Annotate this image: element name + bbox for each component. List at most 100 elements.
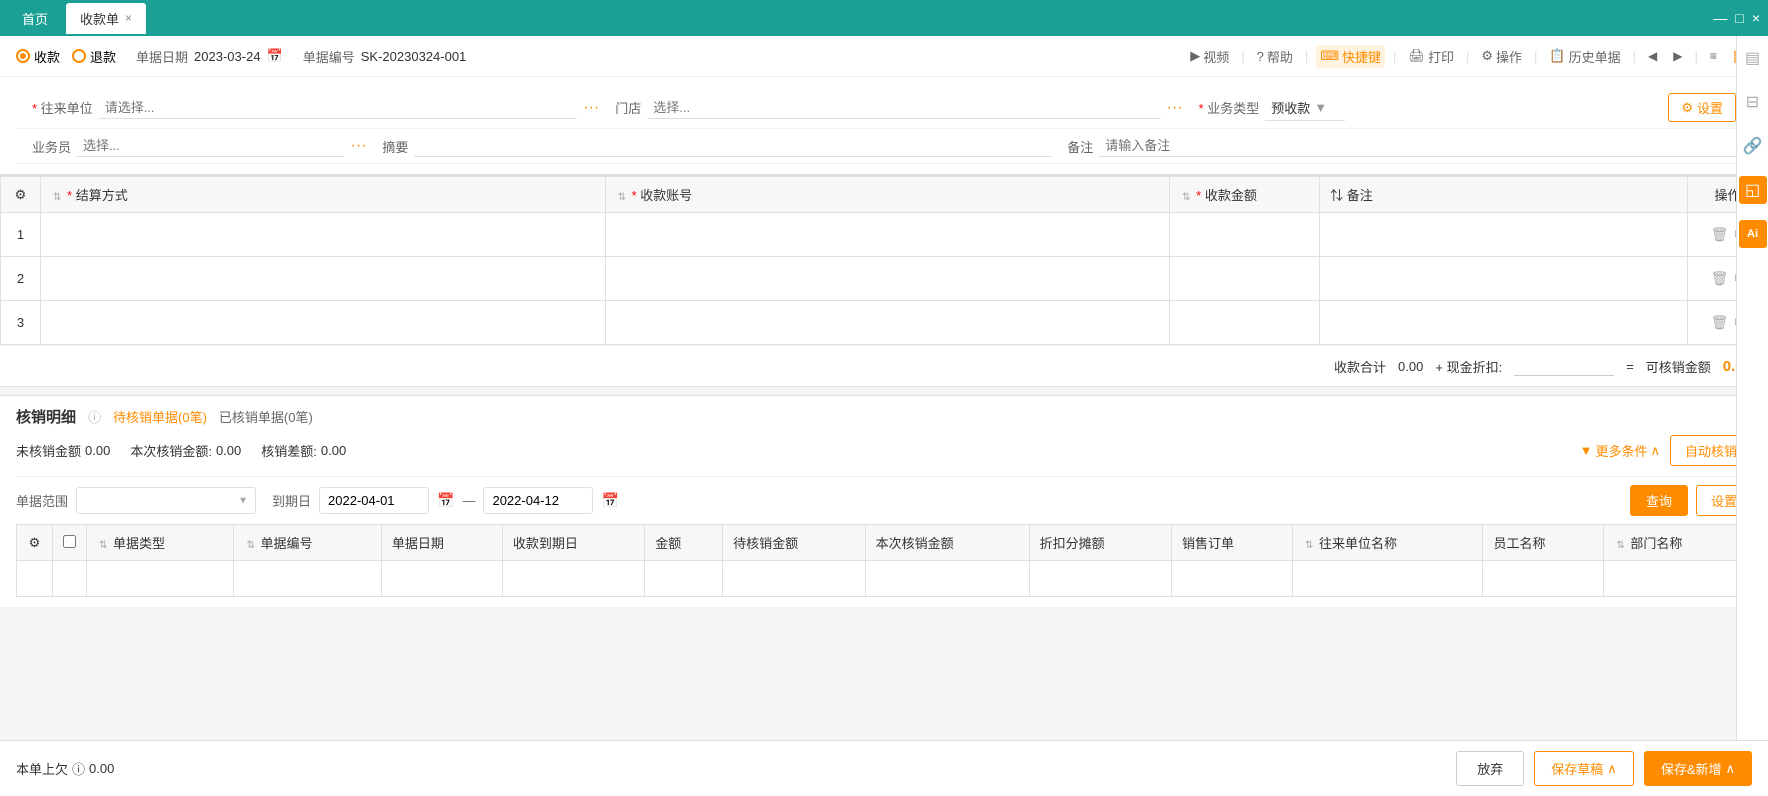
date-to-calendar-icon[interactable]: 📅 (601, 492, 618, 509)
video-btn[interactable]: ▶ 视频 (1186, 45, 1233, 68)
recon-info-icon[interactable]: ⓘ (88, 407, 101, 426)
row-1-delete-icon[interactable]: 🗑 (1711, 226, 1729, 243)
more-conditions-btn[interactable]: ▼ 更多条件 ∧ (1580, 441, 1660, 460)
business-type-label: 业务类型 (1199, 98, 1260, 117)
col-gear-header[interactable]: ⚙ (1, 177, 41, 213)
calendar-icon[interactable]: 📅 (267, 48, 283, 64)
right-panel-expand-icon[interactable]: ◱ (1739, 176, 1767, 204)
row-3-delete-icon[interactable]: 🗑 (1711, 314, 1729, 331)
bottom-col-checkbox[interactable] (53, 525, 87, 561)
bottom-info-icon[interactable]: ⓘ (72, 759, 85, 778)
table-row: 1 🗑 ⧉ (1, 213, 1768, 257)
ai-button[interactable]: Ai (1739, 220, 1767, 248)
tab-close-icon[interactable]: × (125, 11, 132, 25)
row-2-amount[interactable] (1170, 257, 1320, 301)
tab-home[interactable]: 首页 (8, 3, 62, 34)
nav-prev-btn[interactable]: ◀ (1644, 47, 1661, 65)
date-from-input[interactable] (319, 487, 429, 514)
window-max-btn[interactable]: □ (1735, 10, 1743, 26)
query-btn[interactable]: 查询 (1630, 485, 1688, 516)
save-new-dropdown-icon[interactable]: ∧ (1725, 761, 1735, 777)
row-2-remarks[interactable] (1320, 257, 1688, 301)
bottom-col-gear[interactable]: ⚙ (17, 525, 53, 561)
row-1-settlement[interactable] (41, 213, 606, 257)
bottom-col-receive-date: 收款到期日 (502, 525, 644, 561)
salesperson-more-icon[interactable]: ··· (350, 137, 366, 155)
row-2-delete-icon[interactable]: 🗑 (1711, 270, 1729, 287)
operations-btn[interactable]: ⚙ 操作 (1477, 45, 1526, 68)
shortcut-icon: ⌨ (1320, 48, 1339, 64)
window-min-btn[interactable]: — (1713, 10, 1727, 26)
counterpart-input[interactable] (99, 97, 578, 119)
store-input[interactable] (647, 97, 1160, 119)
date-to-input[interactable] (483, 487, 593, 514)
tab-active[interactable]: 收款单 × (66, 3, 146, 34)
payment-type-group: 收款 退款 (16, 47, 116, 66)
abandon-btn[interactable]: 放弃 (1456, 751, 1524, 786)
row-3-amount[interactable] (1170, 301, 1320, 345)
salesperson-group: 业务员 ··· (32, 135, 366, 157)
row-1-account[interactable] (605, 213, 1170, 257)
more-conditions-label: 更多条件 (1595, 441, 1647, 460)
select-all-checkbox[interactable] (63, 535, 76, 548)
right-panel-doc-icon[interactable]: ⊟ (1739, 88, 1767, 116)
nav-next-btn[interactable]: ▶ (1669, 47, 1686, 65)
radio-receive[interactable]: 收款 (16, 47, 60, 66)
total-label: 收款合计 (1334, 357, 1386, 376)
date-from-calendar-icon[interactable]: 📅 (437, 492, 454, 509)
row-3-settlement[interactable] (41, 301, 606, 345)
bottom-col-doc-date: 单据日期 (381, 525, 502, 561)
radio-return[interactable]: 退款 (72, 47, 116, 66)
history-btn[interactable]: 📋 历史单据 (1545, 45, 1624, 68)
row-2-account[interactable] (605, 257, 1170, 301)
row-3-remarks[interactable] (1320, 301, 1688, 345)
shortcut-btn[interactable]: ⌨ 快捷键 (1316, 45, 1385, 68)
video-icon: ▶ (1190, 48, 1200, 64)
store-more-icon[interactable]: ··· (1167, 99, 1183, 117)
total-value: 0.00 (1398, 359, 1423, 374)
tab-active-label: 收款单 (80, 9, 119, 28)
window-close-btn[interactable]: × (1752, 10, 1760, 26)
right-panel-table-icon[interactable]: ▤ (1739, 44, 1767, 72)
save-draft-dropdown-icon[interactable]: ∧ (1607, 761, 1617, 777)
salesperson-input[interactable] (77, 135, 344, 157)
recon-actions-right: ▼ 更多条件 ∧ 自动核销 (1580, 435, 1752, 466)
bottom-col-doc-type: ⇅ 单据类型 (87, 525, 234, 561)
uncancelled-value: 0.00 (85, 443, 110, 458)
tab-done[interactable]: 已核销单据(0笔) (219, 407, 313, 426)
current-stat: 本次核销金额: 0.00 (130, 441, 241, 460)
row-3-account[interactable] (605, 301, 1170, 345)
recon-stats-row: 未核销金额 0.00 本次核销金额: 0.00 核销差额: 0.00 ▼ 更多条… (16, 435, 1752, 466)
col-amount-header: ⇅ 收款金额 (1170, 177, 1320, 213)
data-table: ⚙ ⇅ 结算方式 ⇅ 收款账号 ⇅ 收款金额 ⇅ (0, 176, 1768, 345)
row-1-remarks[interactable] (1320, 213, 1688, 257)
settings-button[interactable]: ⚙ 设置 (1668, 93, 1736, 122)
store-group: 门店 ··· (615, 97, 1182, 119)
save-new-btn[interactable]: 保存&新增 ∧ (1644, 751, 1752, 786)
bottom-col-dept: ⇅ 部门名称 (1604, 525, 1752, 561)
remarks-input[interactable] (1099, 135, 1736, 157)
tab-pending[interactable]: 待核销单据(0笔) (113, 407, 207, 426)
help-btn[interactable]: ? 帮助 (1253, 45, 1297, 68)
print-btn[interactable]: 🖨 打印 (1404, 45, 1458, 68)
business-type-select[interactable]: 预收款 ▼ (1265, 95, 1345, 121)
filter-select[interactable] (76, 487, 256, 514)
radio-receive-label: 收款 (34, 47, 60, 66)
bottom-table-wrapper: ⚙ ⇅ 单据类型 ⇅ 单据编号 (16, 524, 1752, 597)
form-section: 往来单位 ··· 门店 ··· 业务类型 预收款 ▼ ⚙ 设置 (0, 77, 1768, 175)
row-1-amount[interactable] (1170, 213, 1320, 257)
view-list-btn[interactable]: ≡ (1706, 47, 1721, 65)
row-2-settlement[interactable] (41, 257, 606, 301)
counterpart-more-icon[interactable]: ··· (583, 99, 599, 117)
doc-range-group: 单据范围 (16, 487, 256, 514)
save-draft-btn[interactable]: 保存草稿 ∧ (1534, 751, 1634, 786)
diff-stat: 核销差额: 0.00 (261, 441, 346, 460)
discount-input[interactable] (1514, 356, 1614, 376)
col-settlement-header: ⇅ 结算方式 (41, 177, 606, 213)
main-content: 收款 退款 单据日期 2023-03-24 📅 单据编号 SK-20230324… (0, 36, 1768, 796)
right-panel-link-icon[interactable]: 🔗 (1739, 132, 1767, 160)
radio-receive-dot (16, 49, 30, 63)
remarks-group: 备注 (1067, 135, 1736, 157)
business-type-value: 预收款 (1271, 98, 1310, 117)
summary-input[interactable] (414, 135, 1051, 157)
